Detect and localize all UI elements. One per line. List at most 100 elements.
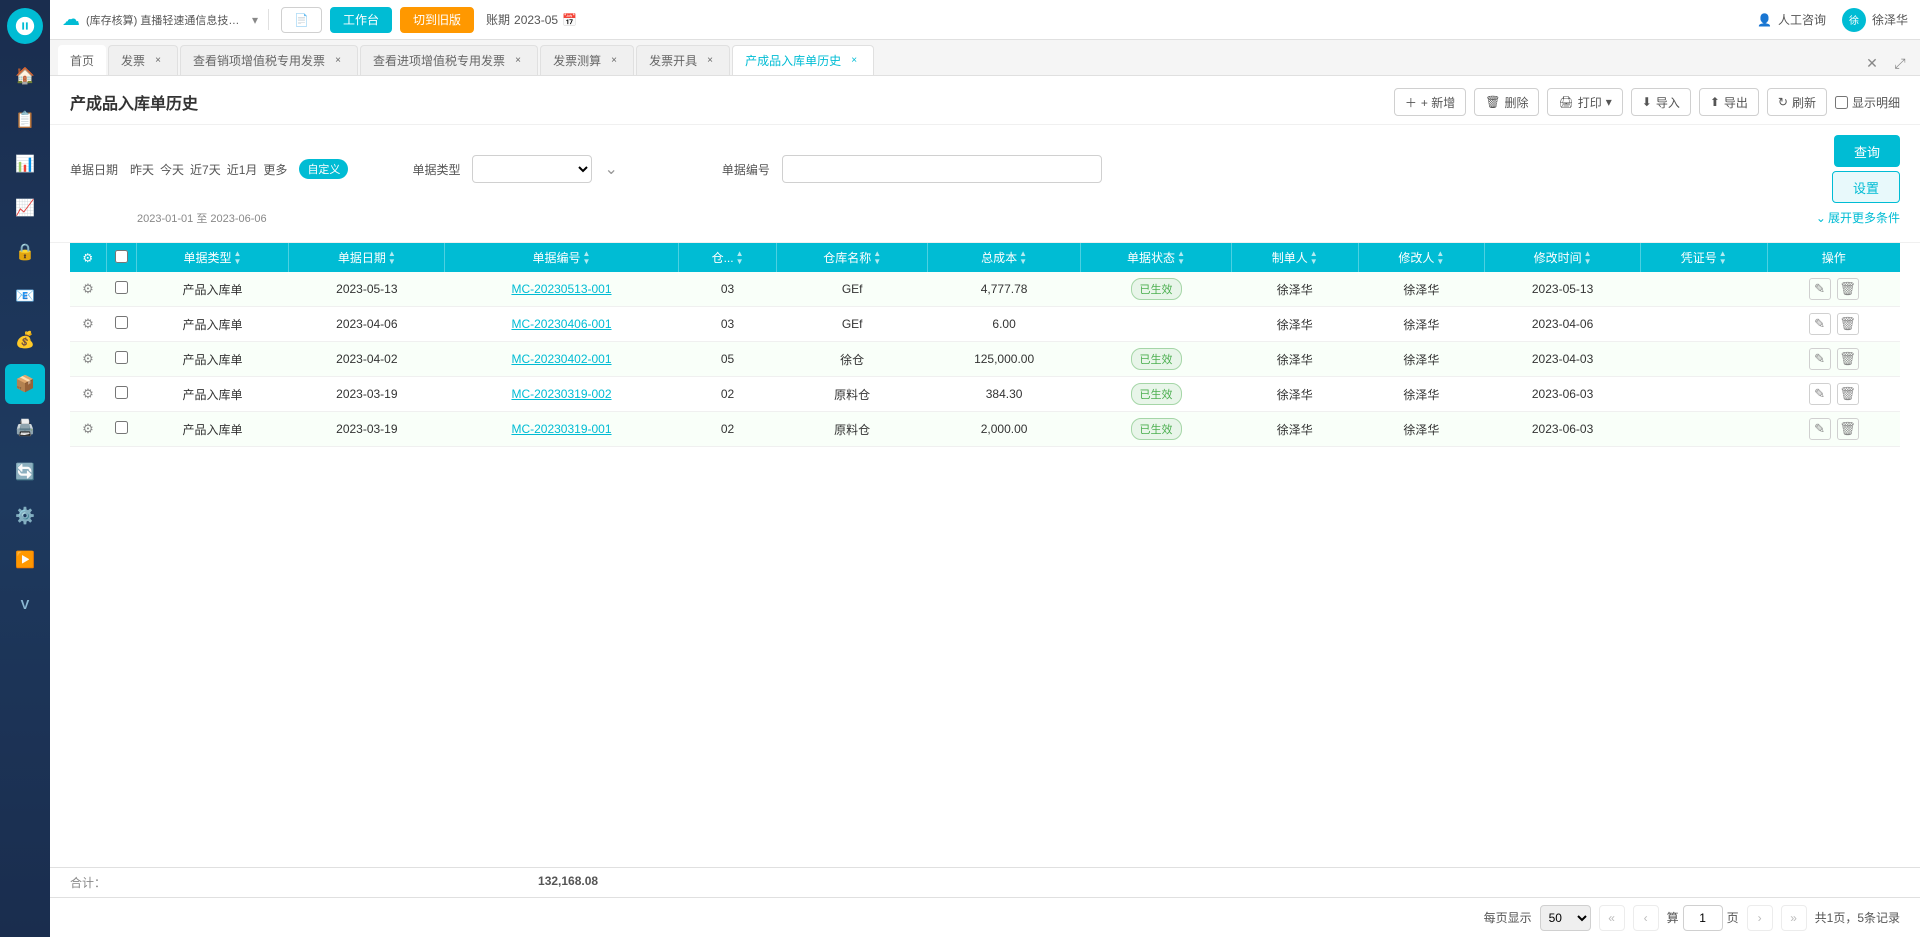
th-warehouse-code[interactable]: 仓...▲▼: [678, 243, 776, 272]
row-checkbox-cell[interactable]: [106, 377, 136, 412]
row-checkbox-cell[interactable]: [106, 412, 136, 447]
tab-invoice-calc-close[interactable]: ×: [607, 54, 621, 68]
query-button[interactable]: 查询: [1834, 135, 1900, 167]
th-settings[interactable]: ⚙: [70, 243, 106, 272]
row-delete-icon[interactable]: 🗑: [1837, 348, 1859, 370]
date-7days[interactable]: 近7天: [190, 161, 221, 178]
row-doc-num[interactable]: MC-20230406-001: [445, 307, 679, 342]
th-warehouse-name[interactable]: 仓库名称▲▼: [777, 243, 928, 272]
th-doc-num[interactable]: 单据编号▲▼: [445, 243, 679, 272]
row-checkbox[interactable]: [115, 351, 128, 364]
th-total-cost[interactable]: 总成本▲▼: [928, 243, 1081, 272]
refresh-button[interactable]: ↻ 刷新: [1767, 88, 1827, 116]
row-settings-cell[interactable]: ⚙: [70, 377, 106, 412]
help-link[interactable]: 👤 人工咨询: [1757, 11, 1826, 28]
tab-invoice-calc[interactable]: 发票测算 ×: [540, 45, 634, 75]
date-today[interactable]: 今天: [160, 161, 184, 178]
tab-inventory-history[interactable]: 产成品入库单历史 ×: [732, 45, 874, 75]
tab-sales-invoice-close[interactable]: ×: [331, 54, 345, 68]
th-creator[interactable]: 制单人▲▼: [1231, 243, 1358, 272]
th-doc-date[interactable]: 单据日期▲▼: [289, 243, 445, 272]
show-detail-checkbox[interactable]: [1835, 96, 1848, 109]
expand-filter-button[interactable]: ⌄ 展开更多条件: [1816, 209, 1900, 226]
row-doc-num[interactable]: MC-20230513-001: [445, 272, 679, 307]
first-page-button[interactable]: «: [1599, 905, 1625, 931]
sidebar-item-version[interactable]: V: [5, 584, 45, 624]
switch-button[interactable]: 切到旧版: [400, 7, 474, 33]
row-checkbox-cell[interactable]: [106, 342, 136, 377]
row-checkbox[interactable]: [115, 386, 128, 399]
tab-invoice-issue[interactable]: 发票开具 ×: [636, 45, 730, 75]
row-settings-cell[interactable]: ⚙: [70, 412, 106, 447]
sidebar-item-inventory[interactable]: 📦: [5, 364, 45, 404]
desktop-button[interactable]: 工作台: [330, 7, 392, 33]
sidebar-item-analytics[interactable]: 📈: [5, 188, 45, 228]
page-number-input[interactable]: [1683, 905, 1723, 931]
row-settings-cell[interactable]: ⚙: [70, 272, 106, 307]
new-button[interactable]: ＋ + 新增: [1394, 88, 1466, 116]
print-button[interactable]: 🖨 打印 ▾: [1547, 88, 1622, 116]
th-doc-type[interactable]: 单据类型▲▼: [136, 243, 289, 272]
user-menu[interactable]: 徐 徐泽华: [1842, 8, 1908, 32]
row-edit-icon[interactable]: ✎: [1809, 418, 1831, 440]
row-delete-icon[interactable]: 🗑: [1837, 278, 1859, 300]
row-edit-icon[interactable]: ✎: [1809, 313, 1831, 335]
th-doc-status[interactable]: 单据状态▲▼: [1081, 243, 1232, 272]
sidebar-item-reports[interactable]: 📊: [5, 144, 45, 184]
th-checkbox[interactable]: [106, 243, 136, 272]
set-button[interactable]: 设置: [1832, 171, 1900, 203]
sidebar-item-run[interactable]: ▶️: [5, 540, 45, 580]
date-custom-tag[interactable]: 自定义: [299, 159, 348, 179]
row-checkbox-cell[interactable]: [106, 272, 136, 307]
sidebar-item-finance[interactable]: 💰: [5, 320, 45, 360]
row-checkbox[interactable]: [115, 316, 128, 329]
sidebar-item-security[interactable]: 🔒: [5, 232, 45, 272]
row-edit-icon[interactable]: ✎: [1809, 383, 1831, 405]
row-doc-num[interactable]: MC-20230402-001: [445, 342, 679, 377]
row-delete-icon[interactable]: 🗑: [1837, 418, 1859, 440]
row-doc-num[interactable]: MC-20230319-002: [445, 377, 679, 412]
row-settings-cell[interactable]: ⚙: [70, 307, 106, 342]
row-edit-icon[interactable]: ✎: [1809, 348, 1831, 370]
delete-button[interactable]: 🗑 删除: [1474, 88, 1539, 116]
tab-purchase-invoice[interactable]: 查看进项增值税专用发票 ×: [360, 45, 538, 75]
row-checkbox-cell[interactable]: [106, 307, 136, 342]
brand-dropdown-icon[interactable]: ▾: [252, 13, 258, 27]
sidebar-item-sync[interactable]: 🔄: [5, 452, 45, 492]
export-button[interactable]: ⬆ 导出: [1699, 88, 1759, 116]
doc-type-select[interactable]: [472, 155, 592, 183]
row-checkbox[interactable]: [115, 281, 128, 294]
row-delete-icon[interactable]: 🗑: [1837, 313, 1859, 335]
th-modifier[interactable]: 修改人▲▼: [1358, 243, 1485, 272]
sidebar-item-home[interactable]: 🏠: [5, 56, 45, 96]
sidebar-item-docs[interactable]: 📋: [5, 100, 45, 140]
sidebar-item-settings[interactable]: ⚙️: [5, 496, 45, 536]
window-close-btn[interactable]: ✕: [1860, 51, 1884, 75]
show-detail-toggle[interactable]: 显示明细: [1835, 94, 1900, 111]
import-button[interactable]: ⬇ 导入: [1631, 88, 1691, 116]
per-page-select[interactable]: 50 100 200: [1540, 905, 1591, 931]
tab-home[interactable]: 首页: [58, 45, 106, 75]
th-modify-time[interactable]: 修改时间▲▼: [1485, 243, 1641, 272]
tab-invoice-issue-close[interactable]: ×: [703, 54, 717, 68]
th-voucher-num[interactable]: 凭证号▲▼: [1640, 243, 1767, 272]
row-settings-cell[interactable]: ⚙: [70, 342, 106, 377]
tab-invoices[interactable]: 发票 ×: [108, 45, 178, 75]
tab-purchase-invoice-close[interactable]: ×: [511, 54, 525, 68]
last-page-button[interactable]: »: [1781, 905, 1807, 931]
date-more[interactable]: 更多: [263, 161, 287, 178]
tab-sales-invoice[interactable]: 查看销项增值税专用发票 ×: [180, 45, 358, 75]
row-delete-icon[interactable]: 🗑: [1837, 383, 1859, 405]
sidebar-item-messages[interactable]: 📧: [5, 276, 45, 316]
row-doc-num[interactable]: MC-20230319-001: [445, 412, 679, 447]
doc-copy-button[interactable]: 📄: [281, 7, 322, 33]
select-all-checkbox[interactable]: [115, 250, 128, 263]
row-checkbox[interactable]: [115, 421, 128, 434]
prev-page-button[interactable]: ‹: [1633, 905, 1659, 931]
doc-num-input[interactable]: [782, 155, 1102, 183]
window-maximize-btn[interactable]: ⤢: [1888, 51, 1912, 75]
next-page-button[interactable]: ›: [1747, 905, 1773, 931]
date-1month[interactable]: 近1月: [227, 161, 258, 178]
date-yesterday[interactable]: 昨天: [130, 161, 154, 178]
row-edit-icon[interactable]: ✎: [1809, 278, 1831, 300]
